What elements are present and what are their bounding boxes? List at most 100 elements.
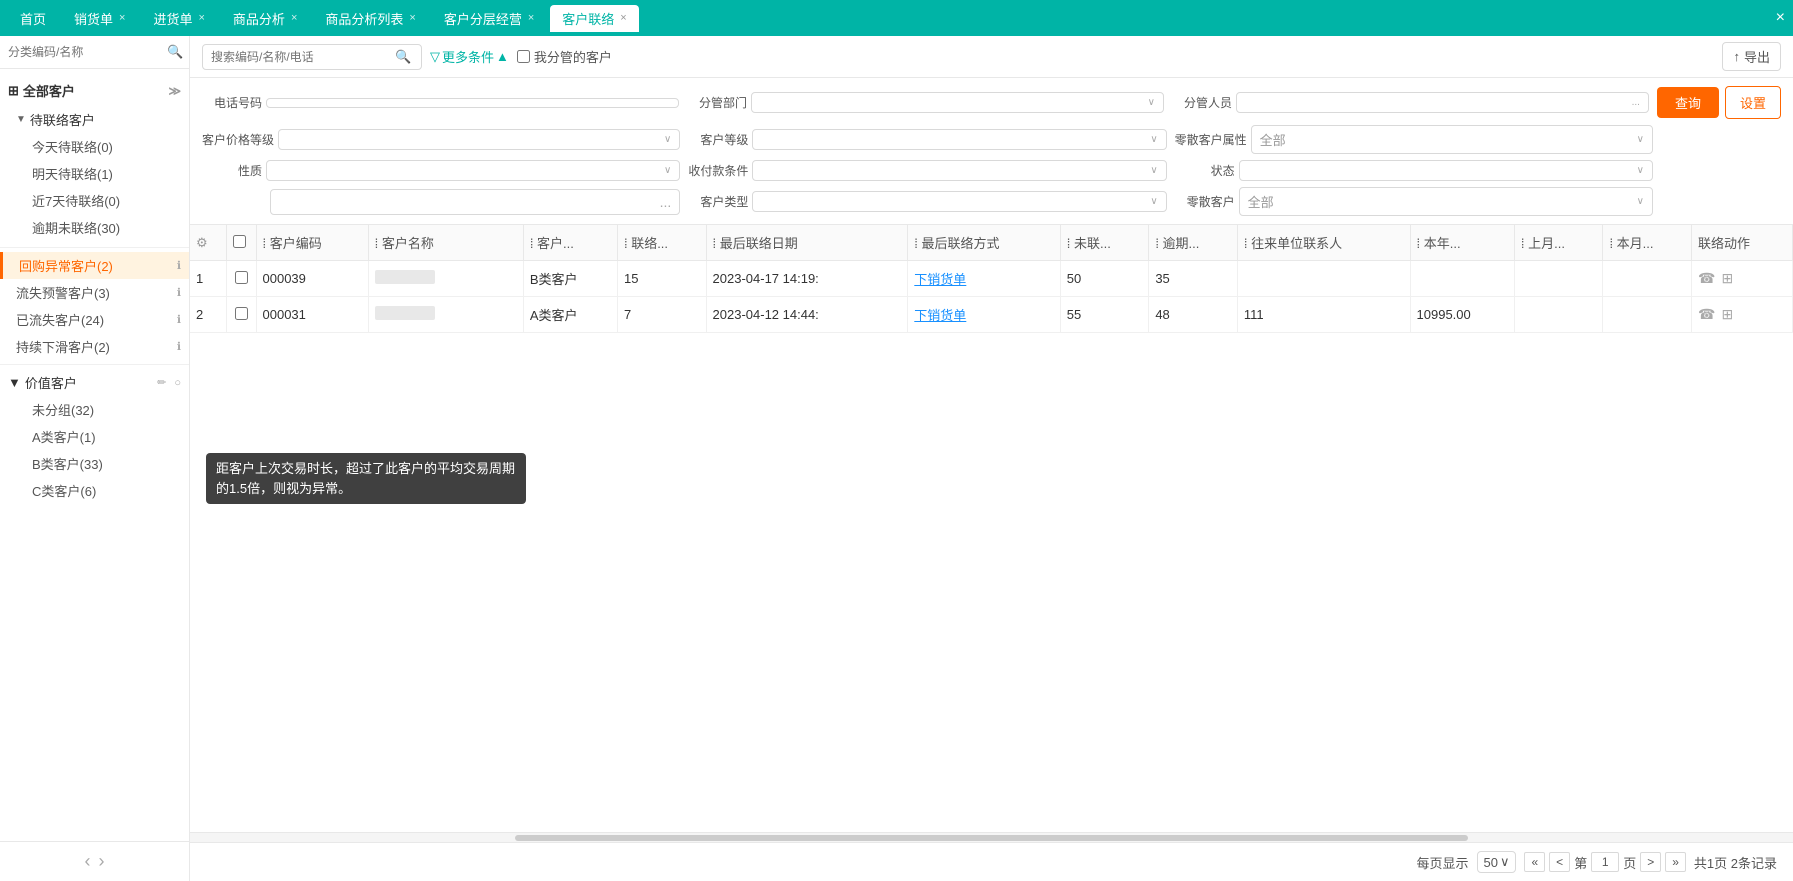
row2-code-value: 000031 (263, 307, 306, 322)
sidebar-bottom-right-arrow[interactable]: › (99, 851, 105, 872)
per-page-value: 50 (1484, 855, 1498, 870)
sidebar-item-churn-warning[interactable]: 流失预警客户(3) ℹ (0, 279, 189, 306)
filter-payment-select[interactable]: ∨ (752, 160, 1166, 181)
tab-product-analysis-close[interactable]: × (291, 12, 297, 24)
total-info: 共1页 2条记录 (1694, 853, 1777, 872)
last-page-button[interactable]: » (1665, 852, 1686, 872)
filter-extra-input[interactable]: ... (270, 189, 680, 215)
my-customers-checkbox[interactable] (517, 50, 530, 63)
sidebar-item-lost-customers[interactable]: 已流失客户(24) ℹ (0, 306, 189, 333)
row1-grid-icon[interactable]: ⊞ (1721, 270, 1733, 287)
current-page-display[interactable]: 1 (1591, 852, 1619, 872)
filter-price-grade-select[interactable]: ∨ (278, 129, 680, 150)
window-close-button[interactable]: × (1776, 9, 1785, 27)
filter-status-select[interactable]: ∨ (1239, 160, 1653, 181)
pending-contact-header[interactable]: ▼ 待联络客户 (0, 106, 189, 133)
sidebar-search-input[interactable] (8, 45, 163, 59)
tab-sales[interactable]: 销货单 × (62, 5, 137, 32)
filter-field-customer-grade: 客户等级 ∨ (688, 129, 1166, 150)
row2-checkbox[interactable] (235, 307, 248, 320)
filter-customer-type-select[interactable]: ∨ (752, 191, 1166, 212)
tab-home[interactable]: 首页 (8, 5, 58, 32)
row1-last-contact-date: 2023-04-17 14:19: (706, 261, 908, 297)
filter-nature-select[interactable]: ∨ (266, 160, 680, 181)
filter-dept-input[interactable]: ∨ (751, 92, 1164, 113)
row1-method-link[interactable]: 下销货单 (914, 272, 966, 287)
tab-customer-contact[interactable]: 客户联络 × (550, 5, 638, 32)
row2-grid-icon[interactable]: ⊞ (1721, 306, 1733, 323)
tab-purchase-close[interactable]: × (198, 12, 204, 24)
row2-date-value: 2023-04-12 14:44: (713, 307, 819, 322)
row1-phone-icon[interactable]: ☎ (1698, 270, 1715, 287)
sidebar-tree: ⊞ 全部客户 ≫ ▼ 待联络客户 今天待联络(0) 明天待联络(1) 近7天待联… (0, 69, 189, 841)
next-page-button[interactable]: > (1640, 852, 1661, 872)
sidebar-item-class-a[interactable]: A类客户(1) (0, 423, 189, 450)
sidebar-root-all-customers[interactable]: ⊞ 全部客户 ≫ (0, 77, 189, 104)
query-button[interactable]: 查询 (1657, 87, 1719, 118)
search-input[interactable] (211, 50, 391, 64)
more-conditions-label: 更多条件 (442, 47, 494, 66)
sidebar-item-declining-customers[interactable]: 持续下滑客户(2) ℹ (0, 333, 189, 360)
th-last-month-label: ⁞ 上月... (1521, 233, 1565, 252)
value-customer-check-icon[interactable]: ○ (174, 377, 181, 389)
th-settings[interactable]: ⚙ (190, 225, 226, 261)
filter-icon: ▽ (430, 49, 440, 65)
filter-phone-input[interactable] (266, 98, 679, 108)
table-settings-icon[interactable]: ⚙ (196, 235, 208, 250)
th-current-year: ⁞ 本年... (1410, 225, 1514, 261)
filter-customer-grade-select[interactable]: ∨ (752, 129, 1166, 150)
select-all-checkbox[interactable] (233, 235, 246, 248)
sidebar-search-icon[interactable]: 🔍 (167, 44, 183, 60)
tab-product-analysis-list[interactable]: 商品分析列表 × (313, 5, 427, 32)
first-page-button[interactable]: « (1524, 852, 1545, 872)
sidebar-item-7days[interactable]: 近7天待联络(0) (0, 187, 189, 214)
tab-sales-close[interactable]: × (119, 12, 125, 24)
sidebar-bottom-left-arrow[interactable]: ‹ (85, 851, 91, 872)
search-icon[interactable]: 🔍 (395, 49, 411, 65)
row1-index: 1 (190, 261, 226, 297)
sidebar-collapse-button[interactable]: ≫ (168, 84, 181, 98)
sidebar-item-unclassified[interactable]: 未分组(32) (0, 396, 189, 423)
row2-phone-icon[interactable]: ☎ (1698, 306, 1715, 323)
value-customer-edit-icon[interactable]: ✏ (157, 376, 166, 389)
row2-method-link[interactable]: 下销货单 (914, 308, 966, 323)
row1-checkbox-cell[interactable] (226, 261, 256, 297)
sidebar-item-tomorrow[interactable]: 明天待联络(1) (0, 160, 189, 187)
filter-person-input[interactable]: ... (1236, 92, 1649, 113)
export-button[interactable]: ↑ 导出 (1722, 42, 1781, 71)
th-last-contact-date-label: ⁞ 最后联络日期 (713, 233, 798, 252)
th-overdue-label: ⁞ 逾期... (1155, 233, 1199, 252)
per-page-select[interactable]: 50 ∨ (1477, 851, 1517, 873)
more-conditions-button[interactable]: ▽ 更多条件 ▲ (430, 47, 509, 66)
sidebar-item-class-b[interactable]: B类客户(33) (0, 450, 189, 477)
filter-row-3: 性质 ∨ 收付款条件 ∨ 状态 ∨ (202, 160, 1781, 181)
more-conditions-arrow: ▲ (496, 49, 509, 64)
th-name-label: ⁞ 客户名称 (375, 233, 434, 252)
th-this-month-label: ⁞ 本月... (1609, 233, 1653, 252)
tab-customer-tier-close[interactable]: × (528, 12, 534, 24)
export-icon: ↑ (1733, 49, 1740, 64)
filter-zero-customer-select[interactable]: 全部 ∨ (1239, 187, 1653, 216)
tab-product-analysis-list-close[interactable]: × (409, 12, 415, 24)
tab-product-analysis[interactable]: 商品分析 × (221, 5, 309, 32)
tab-customer-tier[interactable]: 客户分层经营 × (432, 5, 546, 32)
th-actions-label: 联络动作 (1698, 236, 1750, 251)
filter-zero-attr-select[interactable]: 全部 ∨ (1251, 125, 1653, 154)
horizontal-scrollbar[interactable] (190, 832, 1793, 842)
scroll-thumb[interactable] (515, 835, 1467, 841)
value-customer-header[interactable]: ▼ 价值客户 ✏ ○ (0, 369, 189, 396)
settings-button[interactable]: 设置 (1725, 86, 1781, 119)
tab-customer-contact-close[interactable]: × (620, 12, 626, 24)
sidebar-item-class-c[interactable]: C类客户(6) (0, 477, 189, 504)
th-checkbox[interactable] (226, 225, 256, 261)
row1-checkbox[interactable] (235, 271, 248, 284)
row1-action-icons: ☎ ⊞ (1698, 270, 1786, 287)
row2-checkbox-cell[interactable] (226, 297, 256, 333)
row1-contact: 15 (617, 261, 706, 297)
prev-page-button[interactable]: < (1549, 852, 1570, 872)
sidebar-item-abnormal-repurchase[interactable]: 回购异常客户(2) ℹ (0, 252, 189, 279)
sidebar-item-overdue[interactable]: 逾期未联络(30) (0, 214, 189, 241)
tab-purchase[interactable]: 进货单 × (141, 5, 216, 32)
row1-name (368, 261, 523, 297)
sidebar-item-today[interactable]: 今天待联络(0) (0, 133, 189, 160)
